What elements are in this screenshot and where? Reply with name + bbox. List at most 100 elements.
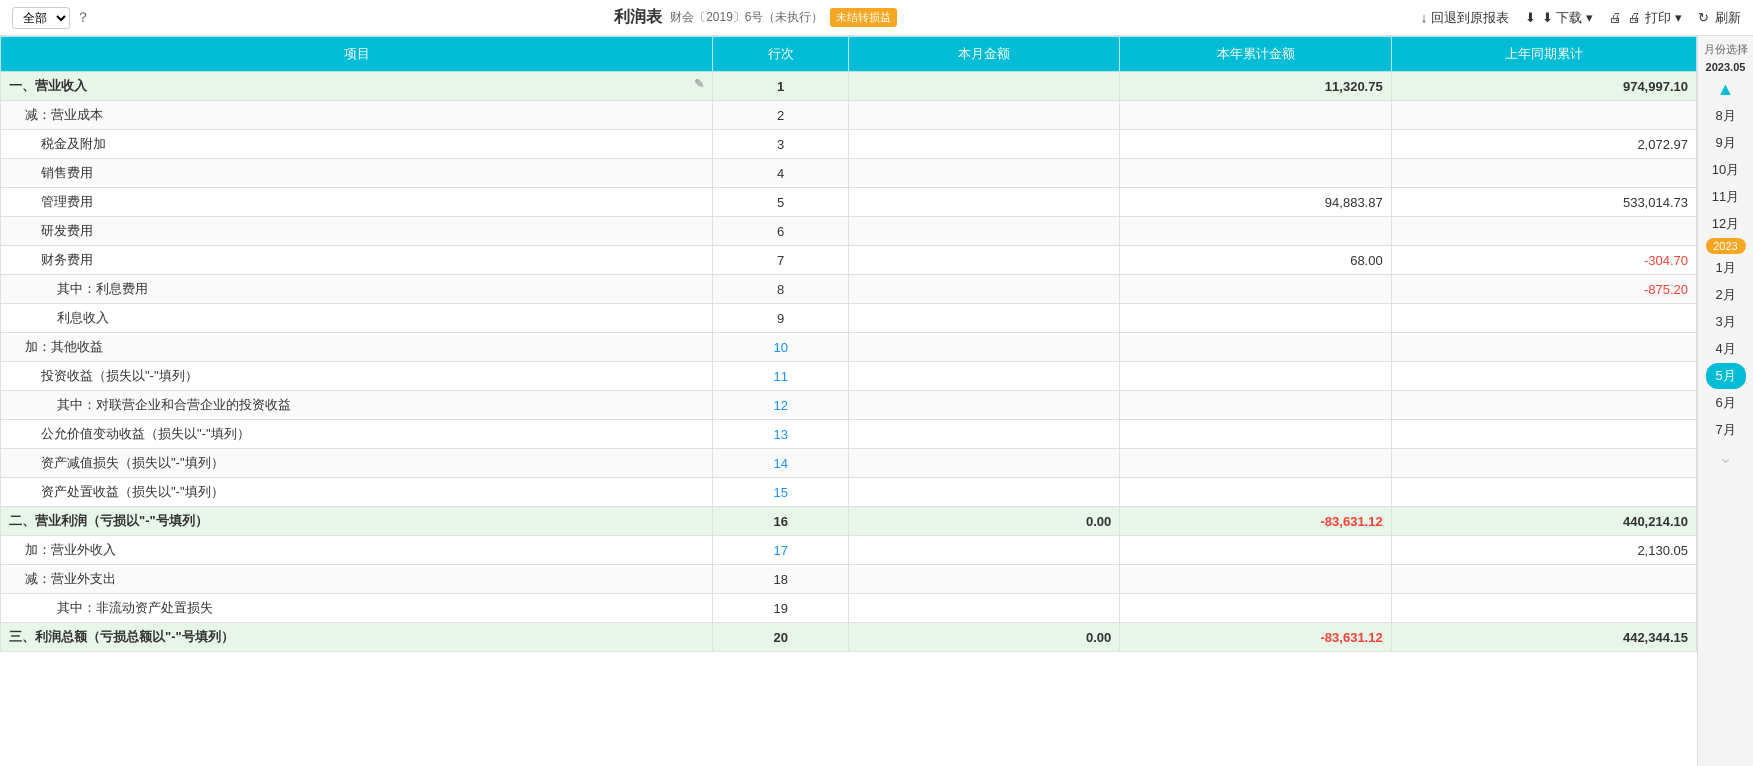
table-cell-year <box>1120 536 1391 565</box>
back-button[interactable]: ↓ 回退到原报表 <box>1421 9 1509 27</box>
table-cell-item: 研发费用 <box>1 217 713 246</box>
table-cell-item: 其中：利息费用 <box>1 275 713 304</box>
table-cell-line: 9 <box>713 304 849 333</box>
table-cell-line: 19 <box>713 594 849 623</box>
sidebar-up-arrow[interactable]: ▲ <box>1717 79 1735 100</box>
main-layout: 项目 行次 本月金额 本年累计金额 上年同期累计 一、营业收入✎111,320.… <box>0 36 1753 766</box>
table-cell-line: 11 <box>713 362 849 391</box>
table-cell-prev <box>1391 101 1696 130</box>
table-cell-month <box>848 594 1119 623</box>
table-cell-month: 0.00 <box>848 507 1119 536</box>
month-item[interactable]: 11月 <box>1706 184 1746 210</box>
month-item[interactable]: 5月 <box>1706 363 1746 389</box>
edit-icon[interactable]: ✎ <box>694 77 704 91</box>
table-cell-prev <box>1391 362 1696 391</box>
table-cell-year <box>1120 391 1391 420</box>
table-cell-year <box>1120 275 1391 304</box>
table-cell-line: 14 <box>713 449 849 478</box>
table-cell-line: 3 <box>713 130 849 159</box>
month-item[interactable]: 10月 <box>1706 157 1746 183</box>
status-badge: 未结转损益 <box>830 8 897 27</box>
table-cell-month <box>848 362 1119 391</box>
table-cell-month <box>848 449 1119 478</box>
table-cell-item: 其中：对联营企业和合营企业的投资收益 <box>1 391 713 420</box>
table-cell-month <box>848 159 1119 188</box>
table-cell-line: 6 <box>713 217 849 246</box>
table-cell-line: 10 <box>713 333 849 362</box>
table-cell-prev <box>1391 565 1696 594</box>
table-cell-item: 减：营业外支出 <box>1 565 713 594</box>
table-cell-year <box>1120 130 1391 159</box>
refresh-button[interactable]: ↻ 刷新 <box>1698 9 1741 27</box>
table-cell-prev <box>1391 304 1696 333</box>
table-cell-year <box>1120 449 1391 478</box>
table-cell-year: -83,631.12 <box>1120 623 1391 652</box>
table-cell-year <box>1120 159 1391 188</box>
table-cell-prev: 533,014.73 <box>1391 188 1696 217</box>
table-cell-month <box>848 217 1119 246</box>
table-cell-prev: -875.20 <box>1391 275 1696 304</box>
col-header-prev: 上年同期累计 <box>1391 37 1696 72</box>
month-item[interactable]: 3月 <box>1706 309 1746 335</box>
table-cell-line: 15 <box>713 478 849 507</box>
sidebar-down-arrow[interactable]: ⌄ <box>1718 446 1733 468</box>
month-item[interactable]: 2月 <box>1706 282 1746 308</box>
table-cell-prev: 2,130.05 <box>1391 536 1696 565</box>
header-actions: ↓ 回退到原报表 ⬇ ⬇ 下载 ▾ 🖨 🖨 打印 ▾ ↻ 刷新 <box>1421 9 1741 27</box>
table-cell-month <box>848 101 1119 130</box>
table-cell-item: 税金及附加 <box>1 130 713 159</box>
month-item[interactable]: 12月 <box>1706 211 1746 237</box>
table-cell-month <box>848 275 1119 304</box>
header-left: 全部 ？ <box>12 7 90 29</box>
print-button[interactable]: 🖨 🖨 打印 ▾ <box>1609 9 1682 27</box>
download-icon: ⬇ <box>1525 10 1536 25</box>
table-cell-prev <box>1391 449 1696 478</box>
table-cell-line: 8 <box>713 275 849 304</box>
month-item[interactable]: 1月 <box>1706 255 1746 281</box>
table-cell-month <box>848 246 1119 275</box>
table-cell-line: 17 <box>713 536 849 565</box>
table-cell-year: 11,320.75 <box>1120 72 1391 101</box>
table-cell-year <box>1120 217 1391 246</box>
table-cell-prev: 440,214.10 <box>1391 507 1696 536</box>
help-icon[interactable]: ？ <box>76 9 90 27</box>
table-area[interactable]: 项目 行次 本月金额 本年累计金额 上年同期累计 一、营业收入✎111,320.… <box>0 36 1697 766</box>
table-cell-item: 资产处置收益（损失以"-"填列） <box>1 478 713 507</box>
table-cell-item: 财务费用 <box>1 246 713 275</box>
table-cell-prev: 974,997.10 <box>1391 72 1696 101</box>
table-cell-year <box>1120 304 1391 333</box>
table-cell-month <box>848 391 1119 420</box>
month-item[interactable]: 4月 <box>1706 336 1746 362</box>
month-item[interactable]: 9月 <box>1706 130 1746 156</box>
table-cell-line: 18 <box>713 565 849 594</box>
table-cell-line: 2 <box>713 101 849 130</box>
table-cell-line: 20 <box>713 623 849 652</box>
table-cell-month <box>848 130 1119 159</box>
col-header-item: 项目 <box>1 37 713 72</box>
month-item[interactable]: 7月 <box>1706 417 1746 443</box>
table-cell-month <box>848 536 1119 565</box>
table-cell-prev: -304.70 <box>1391 246 1696 275</box>
table-cell-prev <box>1391 420 1696 449</box>
table-cell-year <box>1120 362 1391 391</box>
table-cell-month: 0.00 <box>848 623 1119 652</box>
download-button[interactable]: ⬇ ⬇ 下载 ▾ <box>1525 9 1594 27</box>
sidebar-title: 月份选择 <box>1704 42 1748 57</box>
month-item[interactable]: 8月 <box>1706 103 1746 129</box>
table-cell-item: 公允价值变动收益（损失以"-"填列） <box>1 420 713 449</box>
table-cell-item: 利息收入 <box>1 304 713 333</box>
scope-dropdown[interactable]: 全部 <box>12 7 70 29</box>
table-cell-prev <box>1391 333 1696 362</box>
table-cell-item: 管理费用 <box>1 188 713 217</box>
month-item[interactable]: 6月 <box>1706 390 1746 416</box>
table-cell-item: 销售费用 <box>1 159 713 188</box>
table-cell-line: 13 <box>713 420 849 449</box>
table-cell-year <box>1120 594 1391 623</box>
month-item[interactable]: 2023 <box>1706 238 1746 254</box>
table-cell-item: 其中：非流动资产处置损失 <box>1 594 713 623</box>
table-cell-month <box>848 420 1119 449</box>
table-cell-prev <box>1391 217 1696 246</box>
table-cell-year <box>1120 333 1391 362</box>
table-cell-line: 4 <box>713 159 849 188</box>
table-cell-item: 投资收益（损失以"-"填列） <box>1 362 713 391</box>
